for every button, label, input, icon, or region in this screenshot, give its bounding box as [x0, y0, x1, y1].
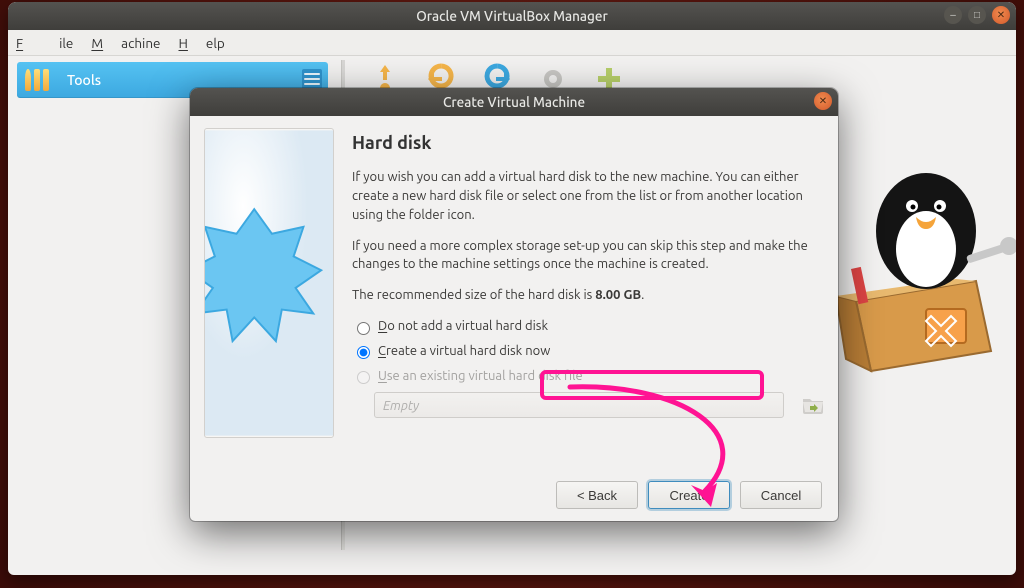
dialog-form: Hard disk If you wish you can add a virt…: [352, 128, 826, 463]
create-vm-dialog: Create Virtual Machine ✕ Hard disk If yo…: [190, 88, 838, 521]
radio-use-existing[interactable]: Use an existing virtual hard disk file: [352, 367, 826, 386]
welcome-illustration: [816, 151, 1016, 381]
radio-create-now-input[interactable]: [357, 346, 370, 359]
menu-help[interactable]: Help: [179, 35, 225, 51]
browse-folder-icon: [800, 393, 826, 417]
dialog-titlebar: Create Virtual Machine ✕: [190, 88, 838, 116]
radio-use-existing-input[interactable]: [357, 371, 370, 384]
create-button[interactable]: Create: [648, 481, 730, 509]
tools-icon: [25, 69, 57, 91]
radio-do-not-add[interactable]: Do not add a virtual hard disk: [352, 317, 826, 336]
tools-label: Tools: [67, 72, 101, 88]
recommended-size: 8.00 GB: [595, 288, 641, 302]
minimize-icon[interactable]: ‒: [944, 6, 962, 24]
menubar: File Machine Help: [8, 30, 1016, 56]
dialog-title: Create Virtual Machine: [443, 94, 585, 110]
radio-do-not-add-input[interactable]: [357, 322, 370, 335]
existing-disk-field: Empty: [374, 392, 784, 418]
menu-file[interactable]: File: [16, 35, 73, 51]
cancel-button[interactable]: Cancel: [740, 481, 822, 509]
existing-disk-combo: Empty: [374, 392, 826, 418]
radio-create-now[interactable]: Create a virtual hard disk now: [352, 342, 826, 361]
maximize-icon[interactable]: □: [968, 6, 986, 24]
menu-machine[interactable]: Machine: [91, 35, 160, 51]
main-titlebar: Oracle VM VirtualBox Manager ‒ □ ✕: [8, 2, 1016, 30]
back-button[interactable]: < Back: [556, 481, 638, 509]
dialog-recommended: The recommended size of the hard disk is…: [352, 286, 826, 305]
main-window-title: Oracle VM VirtualBox Manager: [416, 8, 608, 24]
dialog-button-row: < Back Create Cancel: [556, 481, 822, 509]
close-icon[interactable]: ✕: [992, 6, 1010, 24]
dialog-paragraph-2: If you need a more complex storage set-u…: [352, 237, 826, 275]
dialog-paragraph-1: If you wish you can add a virtual hard d…: [352, 168, 826, 225]
tools-menu-icon[interactable]: [302, 69, 322, 89]
dialog-close-icon[interactable]: ✕: [814, 92, 832, 110]
dialog-heading: Hard disk: [352, 130, 826, 156]
wizard-illustration: [204, 128, 334, 438]
